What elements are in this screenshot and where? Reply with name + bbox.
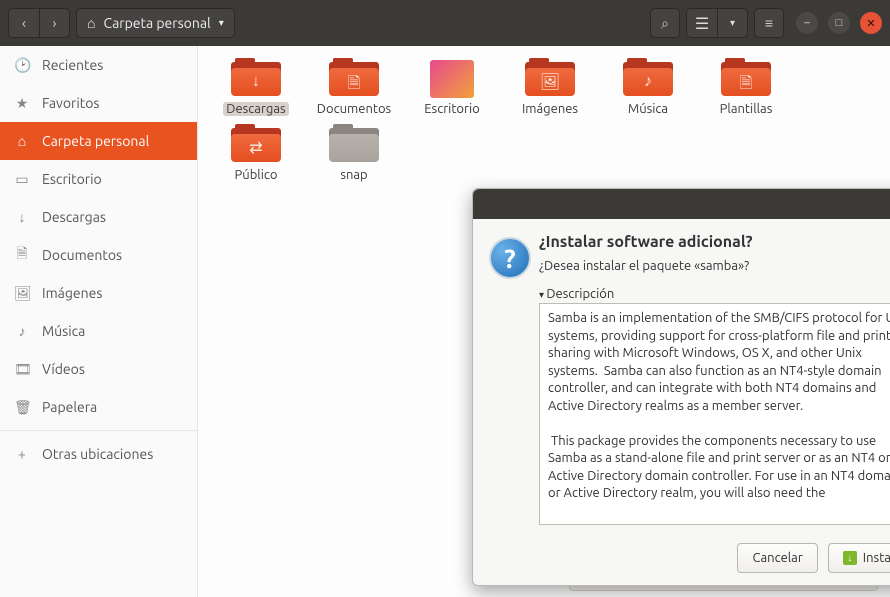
file-item[interactable]: 🗎 Documentos [306, 56, 402, 118]
sidebar-icon: 🖼 [14, 285, 30, 302]
content-pane: ↓ Descargas 🗎 Documentos Escritorio 🖼 Imágenes… [198, 46, 890, 597]
sidebar-item-label: Favoritos [42, 95, 99, 111]
sidebar-item-label: Imágenes [42, 285, 102, 301]
file-label: Descargas [223, 102, 288, 116]
plus-icon: + [14, 446, 30, 462]
window-controls: – □ ✕ [796, 12, 882, 34]
sidebar-icon: 🕑 [14, 57, 30, 74]
main-area: 🕑 Recientes ★ Favoritos ⌂ Carpeta personal ▭ Es… [0, 46, 890, 597]
toolbar: ‹ › ⌂ Carpeta personal ▾ ⌕ ☰ ▾ ≡ – □ ✕ [0, 0, 890, 46]
sidebar-item-label: Papelera [42, 399, 97, 415]
sidebar-item-carpeta-personal[interactable]: ⌂ Carpeta personal [0, 122, 197, 160]
path-label: Carpeta personal [103, 15, 210, 31]
close-button[interactable]: ✕ [860, 12, 882, 34]
menu-button[interactable]: ≡ [754, 8, 784, 38]
folder-icon [329, 126, 379, 166]
sidebar-item-escritorio[interactable]: ▭ Escritorio [0, 160, 197, 198]
file-item[interactable]: 🖼 Imágenes [502, 56, 598, 118]
file-item[interactable]: ⇄ Público [208, 122, 304, 184]
search-icon: ⌕ [661, 15, 669, 32]
file-label: Plantillas [720, 102, 773, 116]
cancel-button[interactable]: Cancelar [737, 543, 817, 573]
view-toggle: ☰ ▾ [686, 8, 748, 38]
sidebar-icon: 🎞 [14, 361, 30, 378]
question-icon: ? [489, 237, 531, 279]
minimize-button[interactable]: – [796, 12, 818, 34]
dialog-button-row: Cancelar ↓ Instalar [473, 531, 890, 585]
sidebar-item-recientes[interactable]: 🕑 Recientes [0, 46, 197, 84]
folder-icon: ↓ [231, 60, 281, 100]
maximize-button[interactable]: □ [828, 12, 850, 34]
sidebar-separator [0, 430, 197, 431]
dialog-subtitle: ¿Desea instalar el paquete «samba»? [539, 259, 890, 273]
file-item[interactable]: ↓ Descargas [208, 56, 304, 118]
home-icon: ⌂ [87, 15, 95, 31]
description-toggle[interactable]: Descripción [539, 287, 890, 301]
file-label: snap [340, 168, 367, 182]
sidebar-icon: ⌂ [14, 133, 30, 149]
sidebar-item-label: Recientes [42, 57, 103, 73]
sidebar-item-label: Escritorio [42, 171, 102, 187]
list-view-button[interactable]: ☰ [687, 9, 717, 37]
sidebar-item-label: Documentos [42, 247, 122, 263]
file-label: Escritorio [424, 102, 479, 116]
dialog-titlebar[interactable]: ✕ [473, 189, 890, 219]
sidebar-item-label: Música [42, 323, 85, 339]
install-icon: ↓ [843, 551, 857, 565]
file-item[interactable]: Escritorio [404, 56, 500, 118]
sidebar-item-favoritos[interactable]: ★ Favoritos [0, 84, 197, 122]
chevron-down-icon: ▾ [219, 17, 224, 29]
install-dialog: ✕ ? ¿Instalar software adicional? ¿Desea… [472, 188, 890, 586]
sidebar-item-label: Carpeta personal [42, 133, 149, 149]
sidebar-item-música[interactable]: ♪ Música [0, 312, 197, 350]
file-item[interactable]: ♪ Música [600, 56, 696, 118]
folder-icon: 🖼 [525, 60, 575, 100]
forward-button[interactable]: › [39, 9, 69, 37]
description-text[interactable]: Samba is an implementation of the SMB/CI… [539, 303, 890, 525]
file-label: Documentos [317, 102, 391, 116]
sidebar-item-vídeos[interactable]: 🎞 Vídeos [0, 350, 197, 388]
hamburger-icon: ≡ [765, 15, 773, 31]
install-button[interactable]: ↓ Instalar [828, 543, 890, 573]
icon-grid[interactable]: ↓ Descargas 🗎 Documentos Escritorio 🖼 Imágenes… [198, 46, 890, 194]
file-item[interactable]: 🗎 Plantillas [698, 56, 794, 118]
dialog-title: ¿Instalar software adicional? [539, 233, 890, 251]
sidebar-item-label: Otras ubicaciones [42, 446, 153, 462]
sidebar-item-descargas[interactable]: ↓ Descargas [0, 198, 197, 236]
file-label: Música [628, 102, 668, 116]
folder-icon: 🗎 [329, 60, 379, 100]
view-dropdown-button[interactable]: ▾ [717, 9, 747, 37]
search-button[interactable]: ⌕ [650, 8, 680, 38]
back-button[interactable]: ‹ [9, 9, 39, 37]
sidebar: 🕑 Recientes ★ Favoritos ⌂ Carpeta personal ▭ Es… [0, 46, 198, 597]
desktop-icon [430, 60, 474, 98]
sidebar-icon: ▭ [14, 171, 30, 188]
file-label: Público [235, 168, 278, 182]
file-label: Imágenes [522, 102, 578, 116]
sidebar-item-label: Vídeos [42, 361, 85, 377]
sidebar-item-imágenes[interactable]: 🖼 Imágenes [0, 274, 197, 312]
sidebar-icon: ↓ [14, 209, 30, 225]
sidebar-icon: 🗎 [14, 243, 30, 267]
path-bar[interactable]: ⌂ Carpeta personal ▾ [76, 8, 235, 38]
sidebar-item-documentos[interactable]: 🗎 Documentos [0, 236, 197, 274]
sidebar-icon: 🗑 [14, 399, 30, 416]
sidebar-item-other-locations[interactable]: + Otras ubicaciones [0, 435, 197, 473]
folder-icon: ♪ [623, 60, 673, 100]
sidebar-icon: ♪ [14, 323, 30, 339]
folder-icon: ⇄ [231, 126, 281, 166]
file-item[interactable]: snap [306, 122, 402, 184]
nav-buttons: ‹ › [8, 8, 70, 38]
sidebar-item-papelera[interactable]: 🗑 Papelera [0, 388, 197, 426]
sidebar-icon: ★ [14, 95, 30, 112]
folder-icon: 🗎 [721, 60, 771, 100]
sidebar-item-label: Descargas [42, 209, 106, 225]
